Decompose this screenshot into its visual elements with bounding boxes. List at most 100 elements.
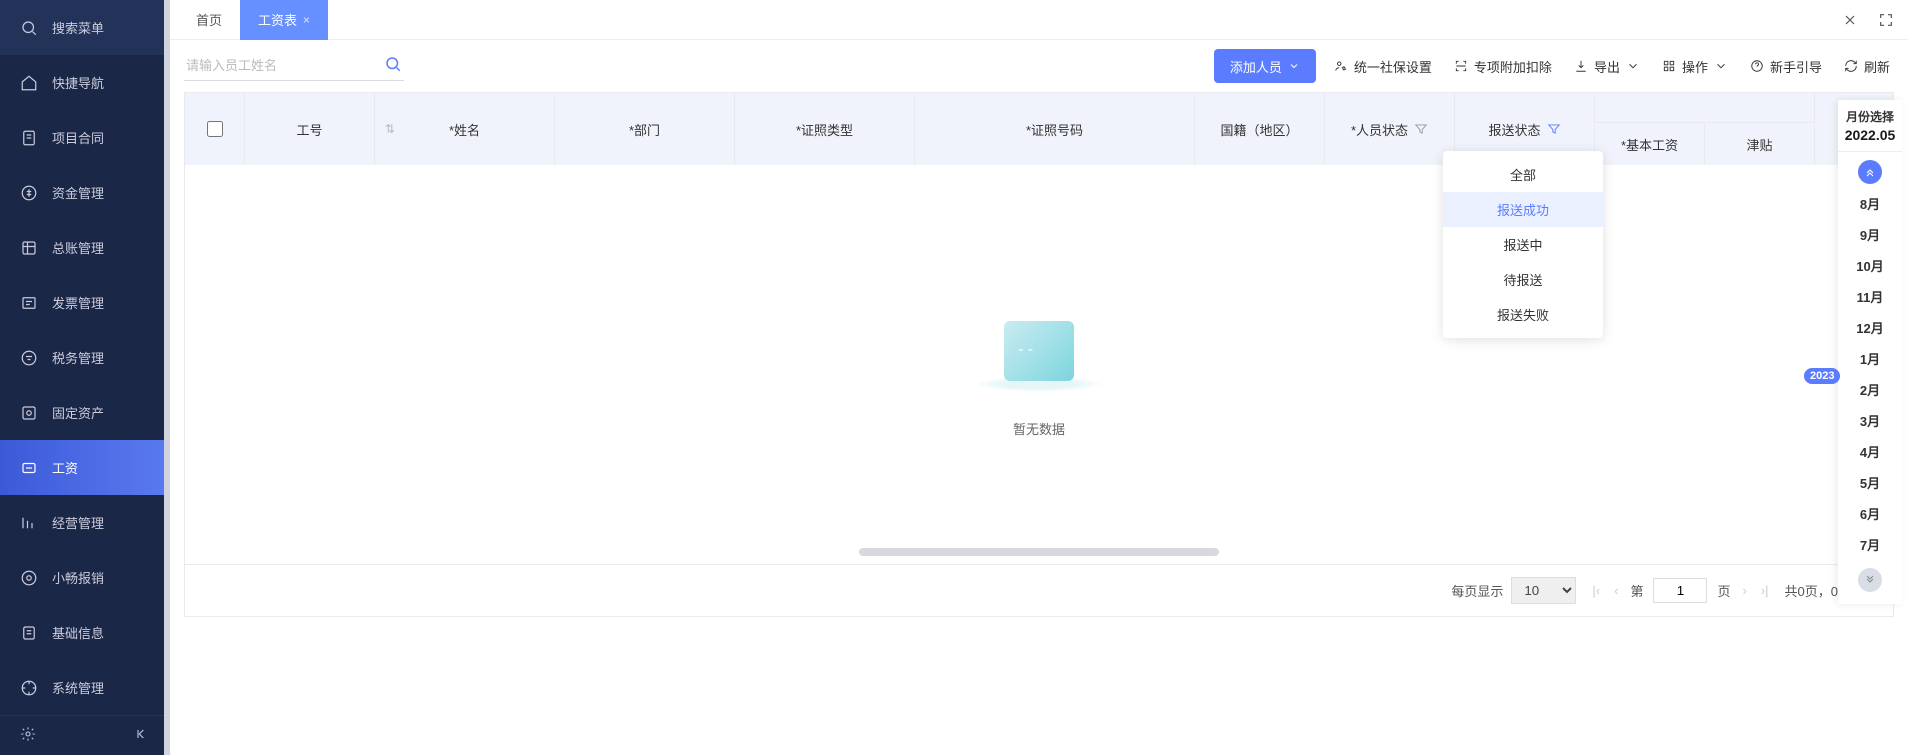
th-allowance[interactable]: 津贴 [1705, 123, 1814, 165]
month-option[interactable]: 6月 [1838, 498, 1902, 529]
month-scroll-up-button[interactable] [1858, 160, 1882, 184]
year-badge: 2023 [1804, 368, 1840, 384]
sidebar-item-fixed-asset[interactable]: 固定资产 [0, 385, 170, 440]
button-label: 统一社保设置 [1354, 57, 1432, 76]
month-rail-label: 月份选择 [1846, 100, 1894, 127]
money-icon [20, 184, 38, 202]
month-scroll-down-button[interactable] [1858, 568, 1882, 592]
sidebar-item-search-menu[interactable]: 搜索菜单 [0, 0, 170, 55]
empty-illustration: - - [974, 291, 1104, 401]
month-option[interactable]: 5月 [1838, 467, 1902, 498]
button-label: 新手引导 [1770, 57, 1822, 76]
export-button[interactable]: 导出 [1570, 57, 1644, 76]
page-prefix: 第 [1630, 581, 1643, 600]
sidebar-item-basic-info[interactable]: 基础信息 [0, 605, 170, 660]
sidebar-label: 固定资产 [52, 403, 104, 422]
th-cert-type[interactable]: *证照类型 [735, 93, 915, 165]
tab-label: 首页 [196, 10, 222, 29]
grid-icon [1662, 59, 1676, 73]
month-option[interactable]: 9月 [1838, 219, 1902, 250]
sidebar-label: 发票管理 [52, 293, 104, 312]
add-employee-button[interactable]: 添加人员 [1214, 49, 1316, 83]
th-employee-no[interactable]: 工号 [245, 93, 375, 165]
employee-search-input[interactable] [186, 58, 384, 73]
th-basic-salary[interactable]: *基本工资 [1595, 123, 1705, 165]
filter-opt-success[interactable]: 报送成功 [1443, 192, 1603, 227]
page-size-select[interactable]: 10 [1511, 577, 1576, 604]
pagination-footer: 每页显示 10 |‹ ‹ 第 页 › ›| 共0页，0条记录 [184, 565, 1894, 617]
sidebar-item-fund-mgmt[interactable]: 资金管理 [0, 165, 170, 220]
filter-opt-submitting[interactable]: 报送中 [1443, 227, 1603, 262]
th-person-status[interactable]: *人员状态 [1325, 93, 1455, 165]
month-option[interactable]: 12月 [1838, 312, 1902, 343]
tab-home[interactable]: 首页 [178, 0, 240, 40]
refresh-button[interactable]: 刷新 [1840, 57, 1894, 76]
guide-button[interactable]: 新手引导 [1746, 57, 1826, 76]
page-first-button[interactable]: |‹ [1590, 583, 1602, 598]
sidebar-label: 小畅报销 [52, 568, 104, 587]
asset-icon [20, 404, 38, 422]
sidebar-item-invoice-mgmt[interactable]: 发票管理 [0, 275, 170, 330]
sidebar-item-tax-mgmt[interactable]: 税务管理 [0, 330, 170, 385]
per-page-label: 每页显示 [1451, 581, 1503, 600]
search-icon [20, 19, 38, 37]
sidebar-bottom-bar [0, 715, 170, 755]
sidebar-item-ledger-mgmt[interactable]: 总账管理 [0, 220, 170, 275]
month-option[interactable]: 11月 [1838, 281, 1902, 312]
gear-icon[interactable] [20, 726, 36, 745]
sidebar-label: 资金管理 [52, 183, 104, 202]
month-option[interactable]: 8月 [1838, 188, 1902, 219]
filter-opt-pending[interactable]: 待报送 [1443, 262, 1603, 297]
sidebar-item-reimburse[interactable]: 小畅报销 [0, 550, 170, 605]
sidebar-item-project-contract[interactable]: 项目合同 [0, 110, 170, 165]
sidebar-label: 经营管理 [52, 513, 104, 532]
button-label: 操作 [1682, 57, 1708, 76]
sidebar-item-quick-nav[interactable]: 快捷导航 [0, 55, 170, 110]
filter-opt-failed[interactable]: 报送失败 [1443, 297, 1603, 332]
filter-icon [1547, 122, 1561, 136]
month-option[interactable]: 2月 [1838, 374, 1902, 405]
sidebar-item-salary[interactable]: 工资 [0, 440, 170, 495]
sidebar-label: 快捷导航 [52, 73, 104, 92]
chevron-down-icon [1714, 59, 1728, 73]
month-option[interactable]: 10月 [1838, 250, 1902, 281]
social-insurance-button[interactable]: 统一社保设置 [1330, 57, 1436, 76]
sidebar-item-business-mgmt[interactable]: 经营管理 [0, 495, 170, 550]
system-icon [20, 679, 38, 697]
operate-button[interactable]: 操作 [1658, 57, 1732, 76]
info-icon [20, 624, 38, 642]
help-icon [1750, 59, 1764, 73]
fullscreen-button[interactable] [1872, 6, 1900, 34]
search-button[interactable] [384, 55, 402, 76]
horizontal-scrollbar[interactable] [859, 548, 1219, 556]
sidebar-label: 总账管理 [52, 238, 104, 257]
th-cert-no[interactable]: *证照号码 [915, 93, 1195, 165]
sidebar-item-system-mgmt[interactable]: 系统管理 [0, 660, 170, 715]
th-label: *人员状态 [1351, 120, 1408, 139]
th-dept[interactable]: *部门 [555, 93, 735, 165]
th-nationality[interactable]: 国籍（地区） [1195, 93, 1325, 165]
collapse-sidebar-icon[interactable] [134, 726, 150, 745]
table-empty-state: - - 暂无数据 [184, 165, 1894, 565]
tab-close-button[interactable] [1836, 6, 1864, 34]
page-next-button[interactable]: › [1740, 583, 1748, 598]
page-size-control: 每页显示 10 [1451, 577, 1576, 604]
ledger-icon [20, 239, 38, 257]
refresh-icon [1844, 59, 1858, 73]
deduction-button[interactable]: 专项附加扣除 [1450, 57, 1556, 76]
page-prev-button[interactable]: ‹ [1612, 583, 1620, 598]
month-option[interactable]: 7月 [1838, 529, 1902, 560]
tab-salary-sheet[interactable]: 工资表 × [240, 0, 328, 40]
month-option[interactable]: 1月 [1838, 343, 1902, 374]
page-last-button[interactable]: ›| [1759, 583, 1771, 598]
search-wrap [184, 51, 404, 81]
chevron-double-up-icon [1864, 166, 1876, 178]
month-option[interactable]: 4月 [1838, 436, 1902, 467]
select-all-checkbox[interactable] [207, 121, 223, 137]
th-name[interactable]: *姓名 [375, 93, 555, 165]
page-input[interactable] [1653, 578, 1707, 603]
sidebar-label: 基础信息 [52, 623, 104, 642]
filter-opt-all[interactable]: 全部 [1443, 157, 1603, 192]
close-tab-icon[interactable]: × [303, 13, 310, 27]
month-option[interactable]: 3月 [1838, 405, 1902, 436]
